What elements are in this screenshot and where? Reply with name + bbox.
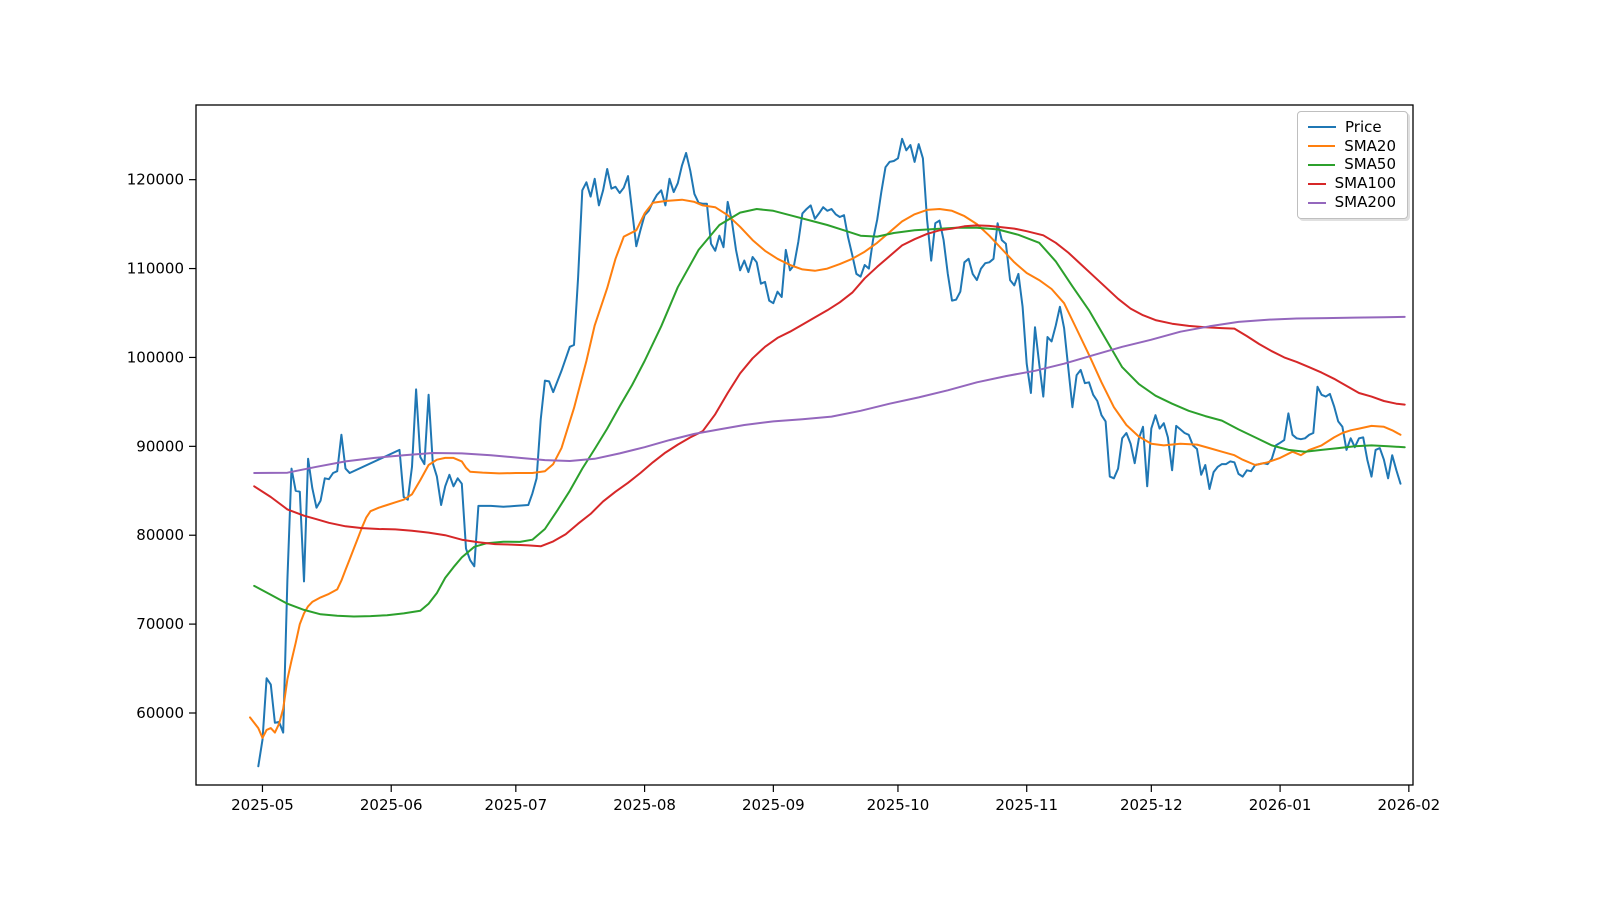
- legend-item-price: Price: [1308, 118, 1396, 137]
- y-tick-label: 120000: [127, 171, 184, 189]
- series-line-sma100: [253, 224, 1406, 548]
- x-tick-label: 2025-11: [995, 796, 1058, 814]
- price-chart-figure: 60000 70000 80000 90000 100000 110000 120000 20…: [0, 0, 1600, 900]
- legend-item-sma200: SMA200: [1308, 193, 1396, 212]
- legend-line-swatch-icon: [1308, 163, 1336, 166]
- x-tick-label: 2025-07: [484, 796, 547, 814]
- x-tick-label: 2026-01: [1249, 796, 1312, 814]
- legend-label: SMA20: [1344, 136, 1396, 155]
- series-group: [249, 137, 1406, 768]
- legend-item-sma20: SMA20: [1308, 137, 1396, 156]
- y-tick-label: 100000: [127, 348, 184, 366]
- legend-item-sma50: SMA50: [1308, 156, 1396, 175]
- y-tick-label: 70000: [136, 615, 184, 633]
- series-line-sma200: [253, 315, 1406, 474]
- x-tick-label: 2025-09: [742, 796, 805, 814]
- legend-line-swatch-icon: [1308, 126, 1336, 129]
- legend: Price SMA20 SMA50 SMA100 SMA200: [1297, 111, 1408, 219]
- series-line-sma20: [249, 198, 1402, 739]
- y-tick-label: 80000: [136, 526, 184, 544]
- legend-line-swatch-icon: [1308, 145, 1336, 148]
- axes-border: [195, 104, 1414, 786]
- legend-item-sma100: SMA100: [1308, 174, 1396, 193]
- x-tick-label: 2025-12: [1120, 796, 1183, 814]
- y-tick-label: 60000: [136, 704, 184, 722]
- x-tick-label: 2026-02: [1378, 796, 1441, 814]
- y-tick-label: 110000: [127, 260, 184, 278]
- y-tick-label: 90000: [136, 437, 184, 455]
- legend-line-swatch-icon: [1308, 182, 1326, 185]
- x-tick-label: 2025-05: [231, 796, 294, 814]
- x-tick-label: 2025-10: [867, 796, 930, 814]
- legend-line-swatch-icon: [1308, 201, 1326, 204]
- x-tick-label: 2025-06: [360, 796, 423, 814]
- x-tick-label: 2025-08: [613, 796, 676, 814]
- legend-label: SMA100: [1334, 174, 1396, 193]
- legend-label: SMA200: [1334, 193, 1396, 212]
- legend-label: Price: [1345, 117, 1382, 136]
- legend-label: SMA50: [1344, 155, 1396, 174]
